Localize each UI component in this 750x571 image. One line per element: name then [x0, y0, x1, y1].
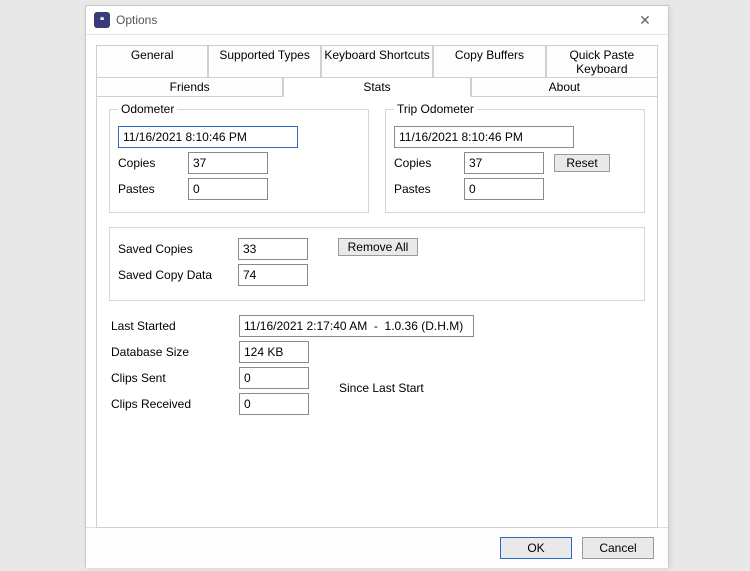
trip-copies-label: Copies — [394, 156, 464, 170]
clips-received-field[interactable] — [239, 393, 309, 415]
tab-quick-paste-keyboard[interactable]: Quick Paste Keyboard — [546, 45, 658, 78]
info-group: Last Started Database Size Clips Sent Si… — [109, 315, 645, 415]
last-started-label: Last Started — [111, 319, 239, 333]
odometer-legend: Odometer — [118, 102, 177, 116]
since-last-start-label: Since Last Start — [339, 381, 424, 395]
saved-group: Saved Copies Saved Copy Data Remove All — [109, 227, 645, 301]
trip-legend: Trip Odometer — [394, 102, 477, 116]
tab-supported-types[interactable]: Supported Types — [208, 45, 320, 78]
odometer-pastes-field[interactable] — [188, 178, 268, 200]
tab-keyboard-shortcuts[interactable]: Keyboard Shortcuts — [321, 45, 433, 78]
trip-odometer-group: Trip Odometer Copies Reset Pastes — [385, 109, 645, 213]
saved-copies-label: Saved Copies — [118, 242, 238, 256]
odometer-date-field[interactable] — [118, 126, 298, 148]
saved-copies-field[interactable] — [238, 238, 308, 260]
tab-stats[interactable]: Stats — [283, 77, 470, 97]
trip-date-field[interactable] — [394, 126, 574, 148]
ok-button[interactable]: OK — [500, 537, 572, 559]
clips-received-label: Clips Received — [111, 397, 239, 411]
reset-button[interactable]: Reset — [554, 154, 610, 172]
tab-copy-buffers[interactable]: Copy Buffers — [433, 45, 545, 78]
app-icon: ❝ — [94, 12, 110, 28]
options-dialog: ❝ Options ✕ General Supported Types Keyb… — [85, 5, 669, 567]
trip-pastes-field[interactable] — [464, 178, 544, 200]
tab-friends[interactable]: Friends — [96, 77, 283, 97]
last-started-field[interactable] — [239, 315, 474, 337]
odometer-copies-field[interactable] — [188, 152, 268, 174]
odometer-group: Odometer Copies Pastes — [109, 109, 369, 213]
window-title: Options — [116, 13, 630, 27]
trip-copies-field[interactable] — [464, 152, 544, 174]
tab-about[interactable]: About — [471, 77, 658, 97]
titlebar: ❝ Options ✕ — [86, 6, 668, 35]
clips-sent-field[interactable] — [239, 367, 309, 389]
cancel-button[interactable]: Cancel — [582, 537, 654, 559]
clips-sent-label: Clips Sent — [111, 371, 239, 385]
client-area: General Supported Types Keyboard Shortcu… — [86, 35, 668, 527]
close-icon[interactable]: ✕ — [630, 12, 660, 28]
trip-pastes-label: Pastes — [394, 182, 464, 196]
stats-panel: Odometer Copies Pastes Trip Odome — [96, 96, 658, 528]
database-size-field[interactable] — [239, 341, 309, 363]
dialog-footer: OK Cancel — [86, 527, 668, 568]
tabstrip: General Supported Types Keyboard Shortcu… — [96, 45, 658, 97]
saved-copy-data-label: Saved Copy Data — [118, 268, 238, 282]
tab-general[interactable]: General — [96, 45, 208, 78]
odometer-copies-label: Copies — [118, 156, 188, 170]
saved-copy-data-field[interactable] — [238, 264, 308, 286]
database-size-label: Database Size — [111, 345, 239, 359]
odometer-pastes-label: Pastes — [118, 182, 188, 196]
remove-all-button[interactable]: Remove All — [338, 238, 418, 256]
